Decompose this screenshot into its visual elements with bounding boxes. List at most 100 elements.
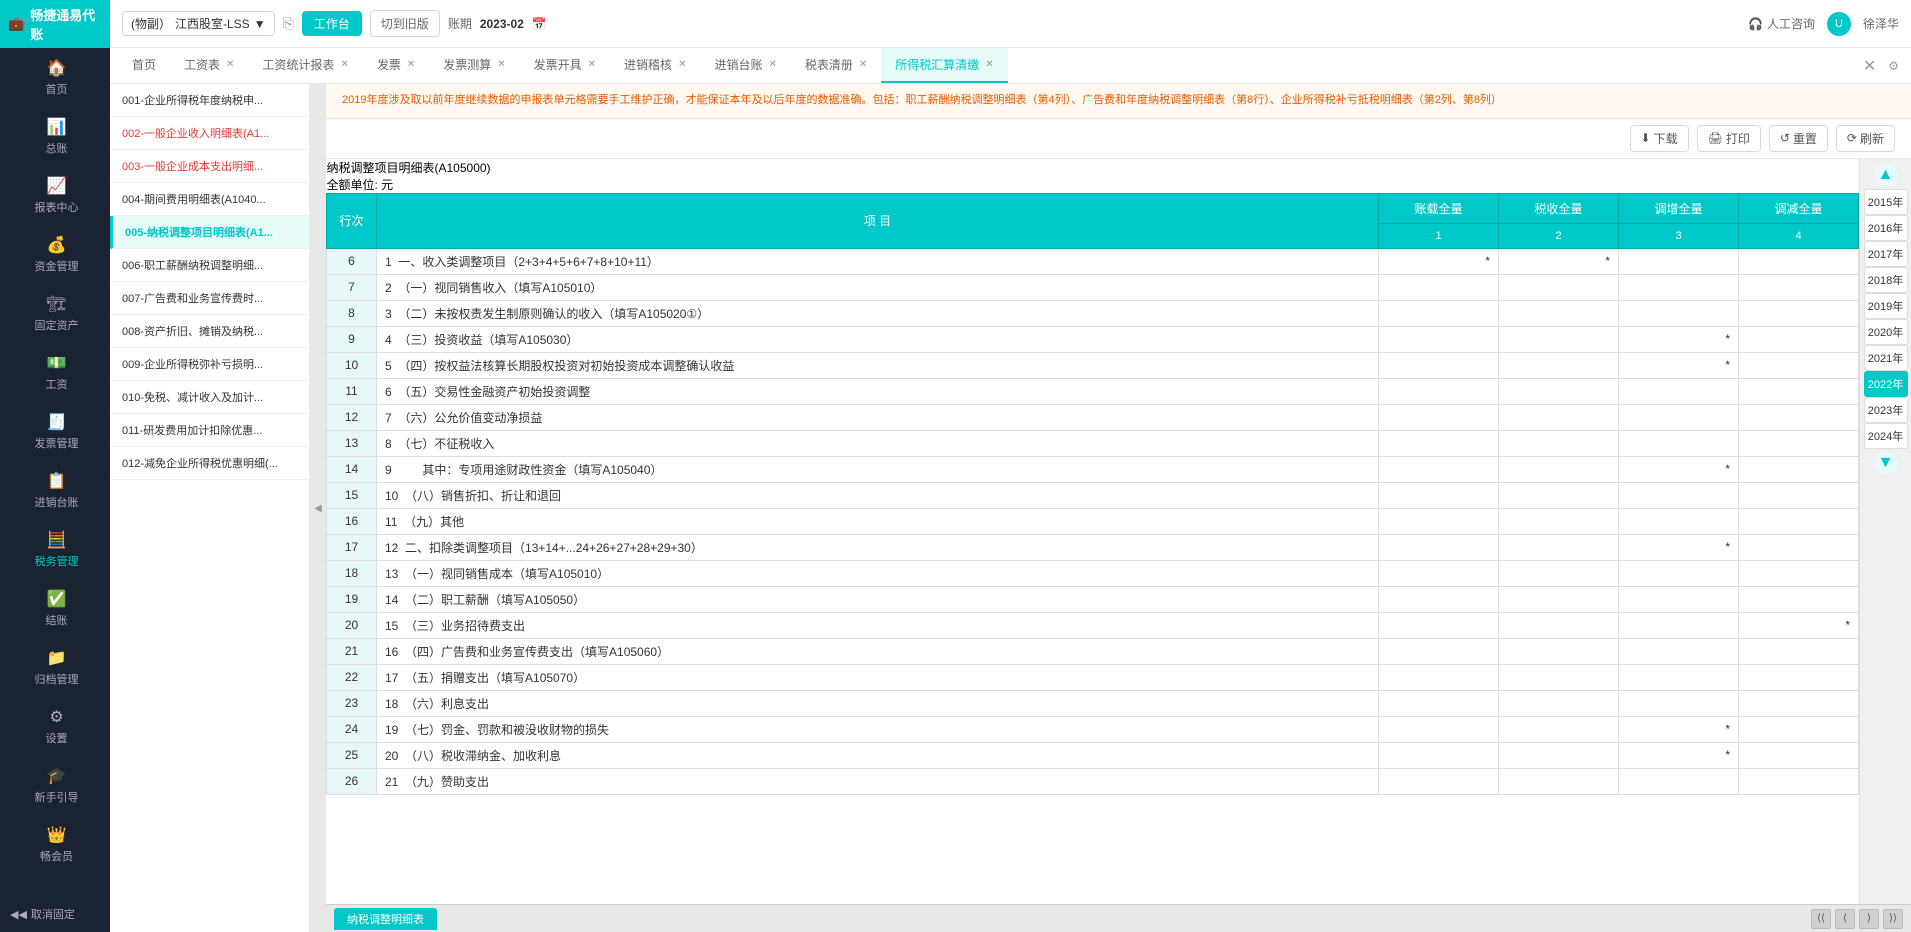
row-col4-cell[interactable]: [1739, 430, 1859, 456]
row-col2-cell[interactable]: [1499, 560, 1619, 586]
year-button-2020[interactable]: 2020年: [1864, 319, 1908, 345]
row-col4-cell[interactable]: [1739, 378, 1859, 404]
row-col1-cell[interactable]: [1379, 482, 1499, 508]
row-col4-cell[interactable]: [1739, 248, 1859, 274]
collapse-handle[interactable]: ◀: [310, 84, 326, 932]
left-panel-item-002[interactable]: 002-一般企业收入明细表(A1...: [110, 117, 309, 150]
row-col4-cell[interactable]: [1739, 560, 1859, 586]
tab-salary-sheet[interactable]: 工资表✕: [170, 48, 248, 83]
left-panel-item-004[interactable]: 004-期间费用明细表(A1040...: [110, 183, 309, 216]
row-col1-cell[interactable]: [1379, 326, 1499, 352]
sidebar-item-settle[interactable]: ✅结账: [0, 579, 110, 638]
row-col2-cell[interactable]: [1499, 378, 1619, 404]
sidebar-item-ledger[interactable]: 📊总账: [0, 107, 110, 166]
left-panel-item-005[interactable]: 005-纳税调整项目明细表(A1...: [110, 216, 309, 249]
row-col4-cell[interactable]: [1739, 482, 1859, 508]
row-col3-cell[interactable]: [1619, 404, 1739, 430]
year-button-2015[interactable]: 2015年: [1864, 189, 1908, 215]
tab-close-import-ledger2[interactable]: ✕: [768, 59, 776, 70]
row-col3-cell[interactable]: [1619, 430, 1739, 456]
left-panel-item-003[interactable]: 003-一般企业成本支出明细...: [110, 150, 309, 183]
sidebar-item-asset-mgmt[interactable]: 💰资金管理: [0, 225, 110, 284]
row-col2-cell[interactable]: [1499, 274, 1619, 300]
row-col3-cell[interactable]: [1619, 560, 1739, 586]
row-col4-cell[interactable]: [1739, 586, 1859, 612]
row-col2-cell[interactable]: [1499, 664, 1619, 690]
row-col1-cell[interactable]: [1379, 430, 1499, 456]
tab-close-import-check[interactable]: ✕: [678, 59, 686, 70]
row-col4-cell[interactable]: [1739, 664, 1859, 690]
tab-invoice-open[interactable]: 发票开具✕: [520, 48, 610, 83]
workspace-button[interactable]: 工作台: [302, 11, 362, 36]
tab-invoice[interactable]: 发票✕: [363, 48, 429, 83]
row-col3-cell[interactable]: [1619, 300, 1739, 326]
year-button-2019[interactable]: 2019年: [1864, 293, 1908, 319]
row-col1-cell[interactable]: [1379, 534, 1499, 560]
row-col1-cell[interactable]: [1379, 404, 1499, 430]
left-panel-item-012[interactable]: 012-减免企业所得税优惠明细(...: [110, 447, 309, 480]
sidebar-item-import-ledger[interactable]: 📋进销台账: [0, 461, 110, 520]
service-button[interactable]: 🎧 人工咨询: [1748, 15, 1815, 32]
tab-close-invoice-calc[interactable]: ✕: [497, 59, 505, 70]
print-button[interactable]: 🖨 打印: [1697, 125, 1761, 152]
row-col2-cell[interactable]: [1499, 326, 1619, 352]
sidebar-item-salary[interactable]: 💵工资: [0, 343, 110, 402]
left-panel-item-007[interactable]: 007-广告费和业务宣传费时...: [110, 282, 309, 315]
row-col1-cell[interactable]: [1379, 508, 1499, 534]
scroll-right-right-button[interactable]: ⟩⟩: [1883, 909, 1903, 929]
row-col3-cell[interactable]: *: [1619, 326, 1739, 352]
row-col3-cell[interactable]: [1619, 248, 1739, 274]
sidebar-item-guide[interactable]: 🎓新手引导: [0, 756, 110, 815]
row-col3-cell[interactable]: [1619, 638, 1739, 664]
scroll-left-left-button[interactable]: ⟨⟨: [1811, 909, 1831, 929]
row-col2-cell[interactable]: [1499, 612, 1619, 638]
company-selector[interactable]: (物副） 江西股室-LSS ▼: [122, 11, 275, 36]
row-col2-cell[interactable]: [1499, 586, 1619, 612]
row-col1-cell[interactable]: *: [1379, 248, 1499, 274]
row-col2-cell[interactable]: [1499, 482, 1619, 508]
row-col4-cell[interactable]: [1739, 768, 1859, 794]
download-button[interactable]: ⬇ 下载: [1630, 125, 1689, 152]
row-col3-cell[interactable]: [1619, 612, 1739, 638]
row-col2-cell[interactable]: [1499, 638, 1619, 664]
year-button-2023[interactable]: 2023年: [1864, 397, 1908, 423]
year-button-2018[interactable]: 2018年: [1864, 267, 1908, 293]
tab-close-salary-stat[interactable]: ✕: [340, 59, 348, 70]
left-panel-item-010[interactable]: 010-免税、减计收入及加计...: [110, 381, 309, 414]
year-button-2024[interactable]: 2024年: [1864, 423, 1908, 449]
year-button-2021[interactable]: 2021年: [1864, 345, 1908, 371]
row-col3-cell[interactable]: *: [1619, 716, 1739, 742]
row-col1-cell[interactable]: [1379, 768, 1499, 794]
bottom-tab-item[interactable]: 纳税调整明细表: [334, 908, 437, 930]
row-col3-cell[interactable]: [1619, 508, 1739, 534]
tab-import-check[interactable]: 进销稽核✕: [610, 48, 700, 83]
row-col2-cell[interactable]: [1499, 534, 1619, 560]
old-version-button[interactable]: 切到旧版: [370, 10, 440, 37]
row-col2-cell[interactable]: [1499, 404, 1619, 430]
sidebar-item-member[interactable]: 👑畅会员: [0, 815, 110, 874]
row-col3-cell[interactable]: *: [1619, 456, 1739, 482]
scroll-left-button[interactable]: ⟨: [1835, 909, 1855, 929]
row-col4-cell[interactable]: [1739, 716, 1859, 742]
row-col1-cell[interactable]: [1379, 716, 1499, 742]
row-col3-cell[interactable]: [1619, 378, 1739, 404]
row-col4-cell[interactable]: *: [1739, 612, 1859, 638]
sidebar-item-home[interactable]: 🏠首页: [0, 48, 110, 107]
row-col3-cell[interactable]: [1619, 274, 1739, 300]
tab-income-tax[interactable]: 所得税汇算清缴✕: [881, 48, 1007, 83]
row-col1-cell[interactable]: [1379, 274, 1499, 300]
row-col4-cell[interactable]: [1739, 534, 1859, 560]
sidebar-item-invoice-mgmt[interactable]: 🧾发票管理: [0, 402, 110, 461]
row-col2-cell[interactable]: [1499, 456, 1619, 482]
left-panel-item-011[interactable]: 011-研发费用加计扣除优惠...: [110, 414, 309, 447]
row-col1-cell[interactable]: [1379, 612, 1499, 638]
row-col1-cell[interactable]: [1379, 456, 1499, 482]
left-panel-item-009[interactable]: 009-企业所得税弥补亏损明...: [110, 348, 309, 381]
row-col1-cell[interactable]: [1379, 300, 1499, 326]
row-col1-cell[interactable]: [1379, 586, 1499, 612]
tab-salary-stat[interactable]: 工资统计报表✕: [248, 48, 362, 83]
tab-close-invoice[interactable]: ✕: [407, 59, 415, 70]
left-panel-item-006[interactable]: 006-职工薪酬纳税调整明细...: [110, 249, 309, 282]
scroll-right-button[interactable]: ⟩: [1859, 909, 1879, 929]
row-col1-cell[interactable]: [1379, 560, 1499, 586]
